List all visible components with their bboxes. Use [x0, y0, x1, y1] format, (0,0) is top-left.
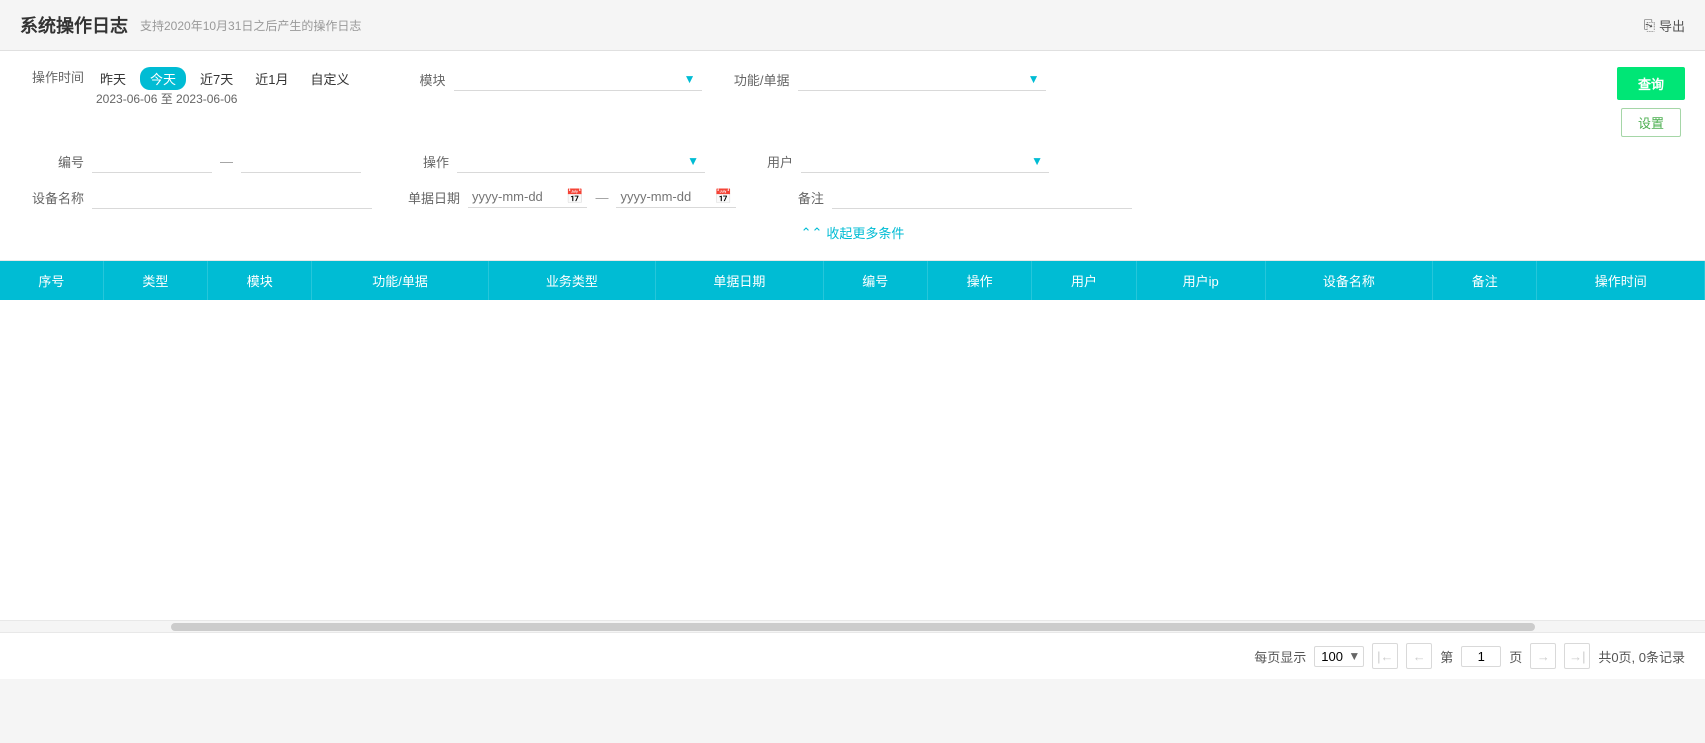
- last-page-button[interactable]: →|: [1564, 643, 1590, 669]
- voucher-date-end-wrap: 📅: [616, 186, 735, 208]
- table-header-row: 序号类型模块功能/单据业务类型单据日期编号操作用户用户ip设备名称备注操作时间: [0, 261, 1705, 300]
- export-button[interactable]: ⎘ 导出: [1644, 16, 1685, 35]
- page-size-select[interactable]: 100 50 200: [1314, 646, 1364, 667]
- function-select[interactable]: [798, 67, 1046, 91]
- total-label: 共0页, 0条记录: [1598, 647, 1685, 666]
- user-label: 用户: [729, 152, 801, 171]
- number-dash: —: [220, 154, 233, 169]
- function-select-wrap: ▼: [798, 67, 1046, 91]
- next-page-button[interactable]: →: [1530, 643, 1556, 669]
- collapse-button[interactable]: ⌃⌃ 收起更多条件: [20, 217, 1685, 244]
- remark-label: 备注: [760, 188, 832, 207]
- table-header-业务类型: 业务类型: [488, 261, 655, 300]
- table-area: 序号类型模块功能/单据业务类型单据日期编号操作用户用户ip设备名称备注操作时间: [0, 261, 1705, 620]
- table-header-编号: 编号: [823, 261, 927, 300]
- time-btn-custom[interactable]: 自定义: [303, 67, 358, 90]
- device-label: 设备名称: [20, 188, 92, 207]
- page-size-wrap: 100 50 200 ▼: [1314, 646, 1364, 667]
- time-btn-7days[interactable]: 近7天: [192, 67, 241, 90]
- voucher-date-label: 单据日期: [396, 188, 468, 207]
- filter-area: 操作时间 昨天 今天 近7天 近1月 自定义 2023-06-06 至 2023…: [0, 51, 1705, 261]
- table-header-类型: 类型: [103, 261, 207, 300]
- page-label: 第: [1440, 647, 1453, 666]
- function-label: 功能/单据: [726, 70, 798, 89]
- scrollbar-thumb[interactable]: [171, 623, 1535, 631]
- table-header-单据日期: 单据日期: [656, 261, 823, 300]
- table-header-功能/单据: 功能/单据: [312, 261, 488, 300]
- table-header-设备名称: 设备名称: [1265, 261, 1432, 300]
- device-input[interactable]: [92, 185, 372, 209]
- time-label: 操作时间: [20, 67, 92, 86]
- module-label: 模块: [382, 70, 454, 89]
- table-header-用户: 用户: [1032, 261, 1136, 300]
- page-header: 系统操作日志 支持2020年10月31日之后产生的操作日志 ⎘ 导出: [0, 0, 1705, 51]
- number-input-start[interactable]: [92, 149, 212, 173]
- time-btn-yesterday[interactable]: 昨天: [92, 67, 134, 90]
- export-label: 导出: [1659, 16, 1685, 35]
- remark-input[interactable]: [832, 185, 1132, 209]
- prev-page-button[interactable]: ←: [1406, 643, 1432, 669]
- voucher-date-start-wrap: 📅: [468, 186, 587, 208]
- page-size-label: 每页显示: [1254, 647, 1306, 666]
- calendar-start-icon[interactable]: 📅: [566, 188, 583, 205]
- module-select-wrap: ▼: [454, 67, 702, 91]
- calendar-end-icon[interactable]: 📅: [714, 188, 731, 205]
- page-number-input[interactable]: 1: [1461, 646, 1501, 667]
- voucher-date-end[interactable]: [620, 189, 710, 204]
- collapse-label: 收起更多条件: [826, 223, 904, 242]
- time-btn-today[interactable]: 今天: [140, 67, 186, 90]
- export-icon: ⎘: [1644, 17, 1655, 34]
- data-table: 序号类型模块功能/单据业务类型单据日期编号操作用户用户ip设备名称备注操作时间: [0, 261, 1705, 300]
- empty-area: [0, 300, 1705, 620]
- scrollbar-area[interactable]: [0, 620, 1705, 632]
- date-range-display: 2023-06-06 至 2023-06-06: [96, 90, 358, 107]
- action-buttons: 查询 设置: [1617, 67, 1685, 137]
- table-header-模块: 模块: [208, 261, 312, 300]
- voucher-date-start[interactable]: [472, 189, 562, 204]
- table-header-序号: 序号: [0, 261, 103, 300]
- settings-button[interactable]: 设置: [1621, 108, 1681, 137]
- page-end-label: 页: [1509, 647, 1522, 666]
- first-page-button[interactable]: |←: [1372, 643, 1398, 669]
- user-select-wrap: ▼: [801, 149, 1049, 173]
- query-button[interactable]: 查询: [1617, 67, 1685, 100]
- user-select[interactable]: [801, 149, 1049, 173]
- table-header-用户ip: 用户ip: [1136, 261, 1265, 300]
- voucher-date-dash: —: [595, 190, 608, 205]
- operation-select[interactable]: [457, 149, 705, 173]
- operation-label: 操作: [385, 152, 457, 171]
- time-btn-1month[interactable]: 近1月: [247, 67, 296, 90]
- table-header-操作: 操作: [927, 261, 1031, 300]
- pagination: 每页显示 100 50 200 ▼ |← ← 第 1 页 → →| 共0页, 0…: [0, 632, 1705, 679]
- number-label: 编号: [20, 152, 92, 171]
- module-select[interactable]: [454, 67, 702, 91]
- table-header-备注: 备注: [1433, 261, 1537, 300]
- page-title: 系统操作日志: [20, 12, 128, 38]
- time-options: 昨天 今天 近7天 近1月 自定义: [92, 67, 358, 90]
- number-input-end[interactable]: [241, 149, 361, 173]
- collapse-icon: ⌃⌃: [801, 225, 823, 241]
- table-header-操作时间: 操作时间: [1537, 261, 1705, 300]
- page-subtitle: 支持2020年10月31日之后产生的操作日志: [140, 17, 361, 34]
- operation-select-wrap: ▼: [457, 149, 705, 173]
